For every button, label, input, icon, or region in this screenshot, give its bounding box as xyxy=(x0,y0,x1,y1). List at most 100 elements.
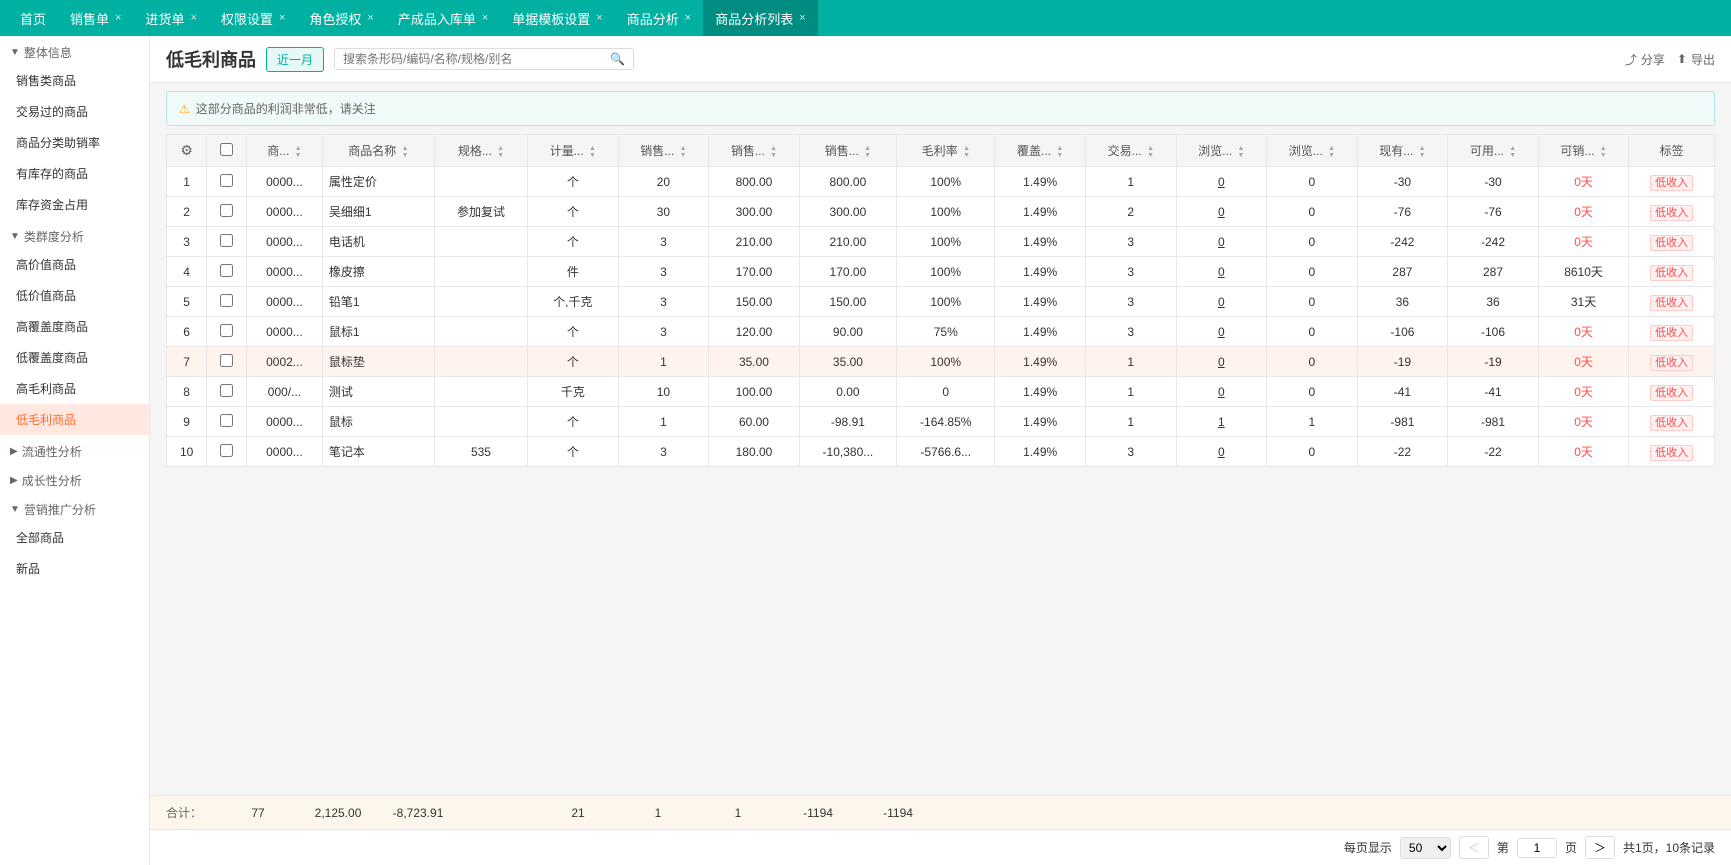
sidebar-item-低价值商品[interactable]: 低价值商品 xyxy=(0,280,149,311)
search-icon[interactable]: 🔍 xyxy=(610,52,625,66)
nav-close-icon[interactable]: × xyxy=(799,12,805,24)
col-available: 可用... ▲▼ xyxy=(1448,135,1539,167)
filter-button[interactable]: 近一月 xyxy=(266,47,324,72)
row-unit: 个 xyxy=(528,407,619,437)
row-spec: 参加复试 xyxy=(434,197,527,227)
row-coverage: 1.49% xyxy=(995,347,1086,377)
row-checkbox[interactable] xyxy=(207,377,247,407)
tag-badge: 低收入 xyxy=(1650,265,1693,281)
row-select-checkbox[interactable] xyxy=(220,354,233,367)
row-sellable: 0天 xyxy=(1538,407,1629,437)
footer-sales-amount: -8,723.91 xyxy=(378,806,458,820)
nav-close-icon[interactable]: × xyxy=(279,12,285,24)
sidebar-item-高毛利商品[interactable]: 高毛利商品 xyxy=(0,373,149,404)
sidebar-item-高价值商品[interactable]: 高价值商品 xyxy=(0,249,149,280)
nav-item-商品分析列表[interactable]: 商品分析列表× xyxy=(703,0,817,36)
nav-item-单据模板设置[interactable]: 单据模板设置× xyxy=(500,0,614,36)
row-unit: 个 xyxy=(528,347,619,377)
settings-icon[interactable]: ⚙ xyxy=(180,142,193,158)
row-checkbox[interactable] xyxy=(207,257,247,287)
prev-page-button[interactable]: ＜ xyxy=(1459,836,1489,859)
row-select-checkbox[interactable] xyxy=(220,174,233,187)
sidebar-item-低覆盖度商品[interactable]: 低覆盖度商品 xyxy=(0,342,149,373)
row-select-checkbox[interactable] xyxy=(220,234,233,247)
sidebar-item-交易过的商品[interactable]: 交易过的商品 xyxy=(0,96,149,127)
nav-item-产成品入库单[interactable]: 产成品入库单× xyxy=(386,0,500,36)
nav-close-icon[interactable]: × xyxy=(482,12,488,24)
sidebar-group-类群度分析[interactable]: ▼ 类群度分析 xyxy=(0,220,149,249)
row-sales-price: 170.00 xyxy=(709,257,800,287)
row-browse1: 0 xyxy=(1176,227,1267,257)
select-all-checkbox[interactable] xyxy=(220,143,233,156)
row-select-checkbox[interactable] xyxy=(220,384,233,397)
row-available: -41 xyxy=(1448,377,1539,407)
row-name: 鼠标 xyxy=(322,407,434,437)
row-code: 0000... xyxy=(246,407,322,437)
nav-item-首页[interactable]: 首页 xyxy=(8,0,58,36)
sidebar-item-低毛利商品[interactable]: 低毛利商品 xyxy=(0,404,149,435)
search-input[interactable] xyxy=(343,52,610,66)
sidebar-item-库存资金占用[interactable]: 库存资金占用 xyxy=(0,189,149,220)
next-page-button[interactable]: ＞ xyxy=(1585,836,1615,859)
sidebar-item-有库存的商品[interactable]: 有库存的商品 xyxy=(0,158,149,189)
nav-item-商品分析[interactable]: 商品分析× xyxy=(615,0,703,36)
nav-close-icon[interactable]: × xyxy=(115,12,121,24)
row-sales-qty: 3 xyxy=(618,227,709,257)
row-current: -981 xyxy=(1357,407,1448,437)
notice-bar: ⚠ 这部分商品的利润非常低，请关注 xyxy=(166,91,1715,126)
sidebar-item-新品[interactable]: 新品 xyxy=(0,553,149,584)
row-num: 2 xyxy=(167,197,207,227)
row-sales-qty: 30 xyxy=(618,197,709,227)
sidebar-item-全部商品[interactable]: 全部商品 xyxy=(0,522,149,553)
nav-item-权限设置[interactable]: 权限设置× xyxy=(209,0,297,36)
nav-item-角色授权[interactable]: 角色授权× xyxy=(297,0,385,36)
row-available: 36 xyxy=(1448,287,1539,317)
row-unit: 个 xyxy=(528,227,619,257)
share-button[interactable]: ⤴ 分享 xyxy=(1625,51,1665,68)
row-select-checkbox[interactable] xyxy=(220,414,233,427)
table-container[interactable]: ⚙ 商... ▲▼ 商品名称 ▲▼ 规格... ▲▼ 计量... ▲▼ 销售..… xyxy=(150,134,1731,795)
row-browse2: 0 xyxy=(1267,377,1358,407)
sidebar-group-整体信息[interactable]: ▼ 整体信息 xyxy=(0,36,149,65)
sidebar-group-营销推广分析[interactable]: ▼ 营销推广分析 xyxy=(0,493,149,522)
row-select-checkbox[interactable] xyxy=(220,294,233,307)
col-sellable: 可销... ▲▼ xyxy=(1538,135,1629,167)
row-checkbox[interactable] xyxy=(207,407,247,437)
per-page-select[interactable]: 102050100 xyxy=(1400,837,1451,859)
row-select-checkbox[interactable] xyxy=(220,444,233,457)
page-input[interactable] xyxy=(1517,838,1557,858)
row-checkbox[interactable] xyxy=(207,437,247,467)
row-checkbox[interactable] xyxy=(207,227,247,257)
sidebar-group-成长性分析[interactable]: ▶ 成长性分析 xyxy=(0,464,149,493)
sidebar-item-高覆盖度商品[interactable]: 高覆盖度商品 xyxy=(0,311,149,342)
nav-close-icon[interactable]: × xyxy=(685,12,691,24)
row-unit: 个 xyxy=(528,197,619,227)
col-checkbox[interactable] xyxy=(207,135,247,167)
table-header: ⚙ 商... ▲▼ 商品名称 ▲▼ 规格... ▲▼ 计量... ▲▼ 销售..… xyxy=(167,135,1715,167)
row-browse1: 0 xyxy=(1176,287,1267,317)
row-code: 0000... xyxy=(246,317,322,347)
export-button[interactable]: ⬆ 导出 xyxy=(1677,51,1715,68)
nav-item-销售单[interactable]: 销售单× xyxy=(58,0,133,36)
nav-item-进货单[interactable]: 进货单× xyxy=(133,0,208,36)
row-current: -22 xyxy=(1357,437,1448,467)
row-select-checkbox[interactable] xyxy=(220,324,233,337)
nav-close-icon[interactable]: × xyxy=(190,12,196,24)
sidebar-item-商品分类助销率[interactable]: 商品分类助销率 xyxy=(0,127,149,158)
row-sellable: 31天 xyxy=(1538,287,1629,317)
row-gross-rate: -164.85% xyxy=(897,407,995,437)
row-select-checkbox[interactable] xyxy=(220,204,233,217)
nav-close-icon[interactable]: × xyxy=(596,12,602,24)
row-checkbox[interactable] xyxy=(207,197,247,227)
row-checkbox[interactable] xyxy=(207,347,247,377)
row-checkbox[interactable] xyxy=(207,287,247,317)
nav-close-icon[interactable]: × xyxy=(367,12,373,24)
row-checkbox[interactable] xyxy=(207,317,247,347)
row-num: 9 xyxy=(167,407,207,437)
row-checkbox[interactable] xyxy=(207,167,247,197)
row-current: -41 xyxy=(1357,377,1448,407)
row-select-checkbox[interactable] xyxy=(220,264,233,277)
sidebar-item-销售类商品[interactable]: 销售类商品 xyxy=(0,65,149,96)
sidebar-group-流通性分析[interactable]: ▶ 流通性分析 xyxy=(0,435,149,464)
col-settings[interactable]: ⚙ xyxy=(167,135,207,167)
